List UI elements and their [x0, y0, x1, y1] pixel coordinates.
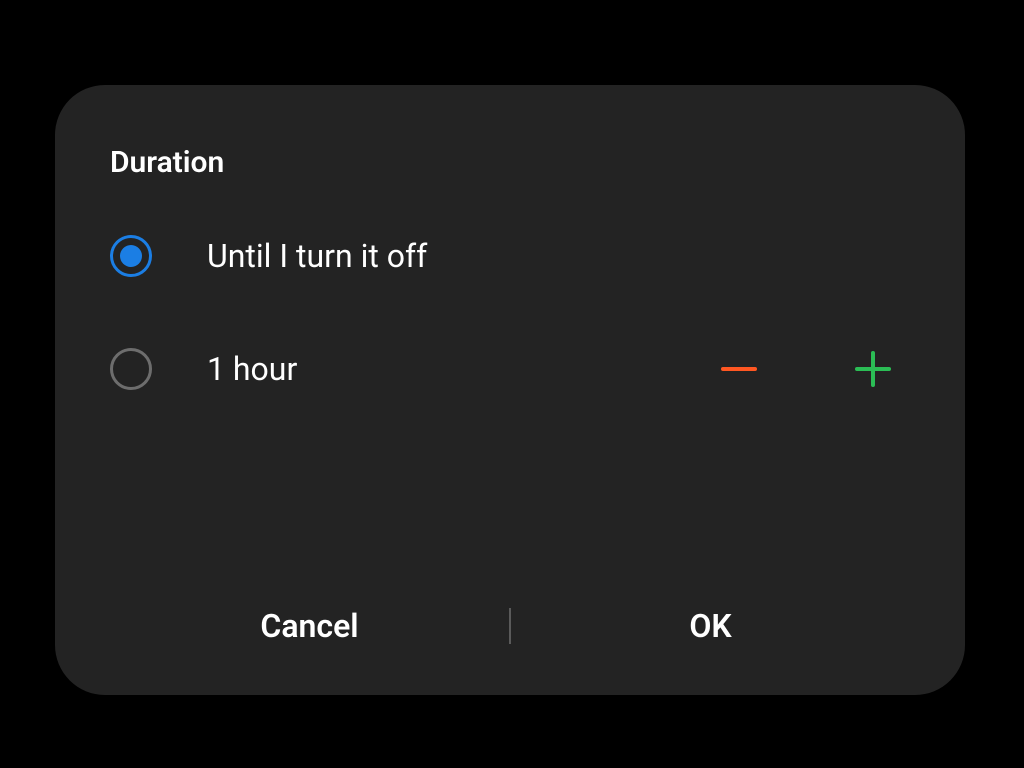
- duration-dialog: Duration Until I turn it off 1 hour: [55, 85, 965, 695]
- radio-selected-icon[interactable]: [110, 235, 152, 277]
- cancel-button[interactable]: Cancel: [110, 597, 509, 655]
- plus-icon[interactable]: [851, 347, 895, 391]
- option-timed[interactable]: 1 hour: [110, 347, 910, 391]
- duration-stepper: [717, 347, 895, 391]
- dialog-title: Duration: [110, 145, 910, 180]
- option-timed-label: 1 hour: [207, 350, 717, 388]
- minus-icon[interactable]: [717, 347, 761, 391]
- radio-unselected-icon[interactable]: [110, 348, 152, 390]
- dialog-button-row: Cancel OK: [110, 597, 910, 665]
- option-until-off-label: Until I turn it off: [207, 237, 910, 275]
- ok-button[interactable]: OK: [511, 597, 910, 655]
- option-until-off[interactable]: Until I turn it off: [110, 235, 910, 277]
